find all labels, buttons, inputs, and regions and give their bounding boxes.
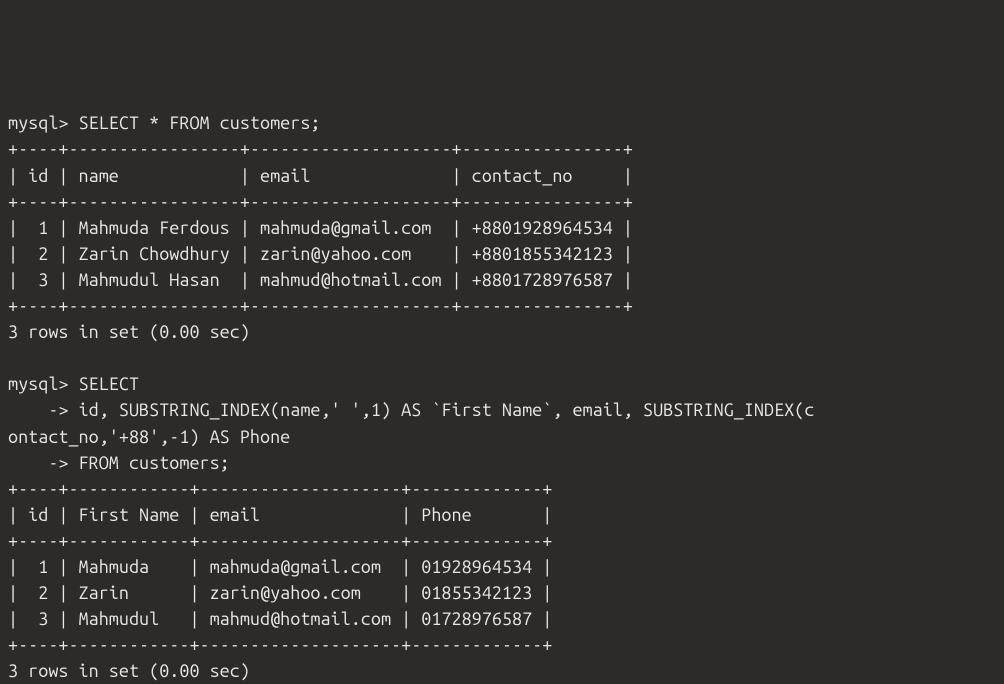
table-row: | 2 | Zarin | zarin@yahoo.com | 01855342… — [8, 583, 552, 603]
table-row: | 3 | Mahmudul | mahmud@hotmail.com | 01… — [8, 609, 552, 629]
blank-line — [8, 348, 18, 368]
table-border: +----+-----------------+----------------… — [8, 139, 633, 159]
table-row: | 1 | Mahmuda Ferdous | mahmuda@gmail.co… — [8, 218, 633, 238]
table-border: +----+------------+--------------------+… — [8, 635, 552, 655]
sql-command: FROM customers; — [68, 453, 229, 473]
table-border: +----+------------+--------------------+… — [8, 479, 552, 499]
sql-command: id, SUBSTRING_INDEX(name,' ',1) AS `Firs… — [68, 400, 814, 420]
mysql-prompt: mysql> — [8, 113, 68, 133]
terminal-line: mysql> SELECT — [8, 374, 139, 394]
table-header: | id | First Name | email | Phone | — [8, 505, 552, 525]
table-border: +----+-----------------+----------------… — [8, 296, 633, 316]
terminal-line: -> id, SUBSTRING_INDEX(name,' ',1) AS `F… — [8, 400, 814, 420]
result-footer: 3 rows in set (0.00 sec) — [8, 322, 250, 342]
sql-command: SELECT — [68, 374, 139, 394]
terminal-line: ontact_no,'+88',-1) AS Phone — [8, 427, 290, 447]
table-row: | 3 | Mahmudul Hasan | mahmud@hotmail.co… — [8, 270, 633, 290]
table-header: | id | name | email | contact_no | — [8, 166, 633, 186]
table-row: | 2 | Zarin Chowdhury | zarin@yahoo.com … — [8, 244, 633, 264]
terminal-line: mysql> SELECT * FROM customers; — [8, 113, 320, 133]
sql-command: SELECT * FROM customers; — [68, 113, 320, 133]
table-border: +----+------------+--------------------+… — [8, 531, 552, 551]
result-footer: 3 rows in set (0.00 sec) — [8, 661, 250, 681]
continuation-prompt: -> — [8, 453, 68, 473]
table-border: +----+-----------------+----------------… — [8, 192, 633, 212]
sql-command-wrap: ontact_no,'+88',-1) AS Phone — [8, 427, 290, 447]
table-row: | 1 | Mahmuda | mahmuda@gmail.com | 0192… — [8, 557, 552, 577]
continuation-prompt: -> — [8, 400, 68, 420]
terminal-line: -> FROM customers; — [8, 453, 230, 473]
mysql-prompt: mysql> — [8, 374, 68, 394]
